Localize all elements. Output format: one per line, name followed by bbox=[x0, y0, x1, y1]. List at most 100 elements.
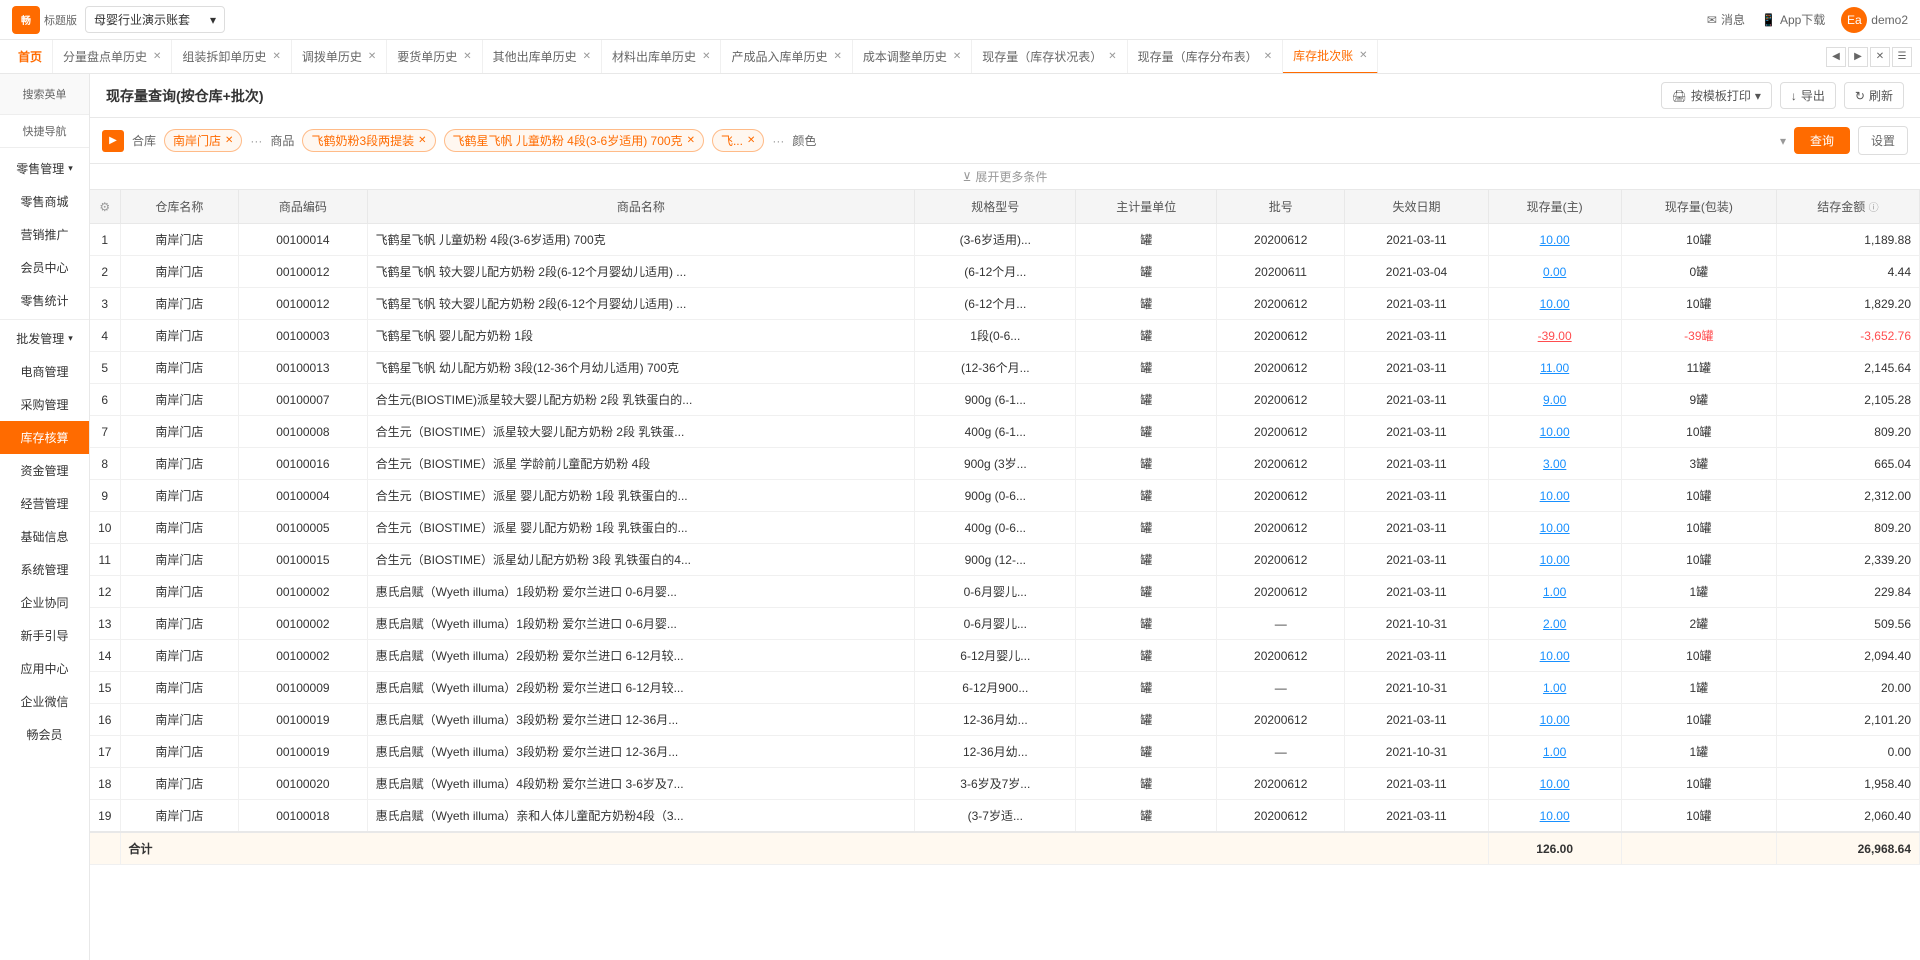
tab-close-icon[interactable]: ✕ bbox=[153, 51, 161, 62]
sidebar-item-wholesale[interactable]: 批发管理 ▾ bbox=[0, 322, 89, 355]
sidebar-item-finance[interactable]: 资金管理 bbox=[0, 454, 89, 487]
sidebar-item-member[interactable]: 会员中心 bbox=[0, 251, 89, 284]
tab-close-icon[interactable]: ✕ bbox=[702, 51, 710, 62]
row-qty-main[interactable]: 2.00 bbox=[1488, 608, 1621, 640]
settings-icon[interactable]: ⚙ bbox=[99, 200, 110, 214]
sidebar-item-retail[interactable]: 零售管理 ▾ bbox=[0, 152, 89, 185]
app-download-btn[interactable]: 📱 App下载 bbox=[1761, 11, 1825, 28]
row-qty-main[interactable]: 10.00 bbox=[1488, 768, 1621, 800]
color-dropdown-icon[interactable]: ▾ bbox=[1780, 134, 1786, 148]
refresh-button[interactable]: ↻ 刷新 bbox=[1844, 82, 1904, 109]
product-filter-tag-1[interactable]: 飞鹤奶粉3段两提装 ✕ bbox=[302, 129, 435, 152]
tab-close-icon[interactable]: ✕ bbox=[272, 51, 280, 62]
tab-batch-order[interactable]: 库存批次账 ✕ bbox=[1283, 40, 1378, 74]
tab-stock-dist[interactable]: 现存量（库存分布表） ✕ bbox=[1128, 40, 1283, 74]
product-more-icon[interactable]: ··· bbox=[772, 134, 784, 148]
row-qty-main[interactable]: 10.00 bbox=[1488, 480, 1621, 512]
sidebar-nav-label[interactable]: 快捷导航 bbox=[6, 119, 83, 143]
tab-close-all-btn[interactable]: ✕ bbox=[1870, 47, 1890, 67]
row-warehouse: 南岸门店 bbox=[120, 352, 239, 384]
tab-close-icon[interactable]: ✕ bbox=[368, 51, 376, 62]
sidebar-item-apps[interactable]: 应用中心 bbox=[0, 652, 89, 685]
nav-selector-text: 母婴行业演示账套 bbox=[94, 11, 190, 28]
row-qty-main[interactable]: 10.00 bbox=[1488, 800, 1621, 833]
tab-next-btn[interactable]: ▶ bbox=[1848, 47, 1868, 67]
messages-btn[interactable]: ✉ 消息 bbox=[1707, 11, 1745, 28]
tab-other-out[interactable]: 其他出库单历史 ✕ bbox=[483, 40, 602, 74]
sidebar-item-marketing[interactable]: 营销推广 bbox=[0, 218, 89, 251]
product-tag-close-icon[interactable]: ✕ bbox=[418, 135, 426, 146]
tab-close-icon[interactable]: ✕ bbox=[833, 51, 841, 62]
tab-product-in[interactable]: 产成品入库单历史 ✕ bbox=[721, 40, 852, 74]
row-qty-main[interactable]: 10.00 bbox=[1488, 544, 1621, 576]
sidebar-item-retail-stats[interactable]: 零售统计 bbox=[0, 284, 89, 317]
tab-close-icon[interactable]: ✕ bbox=[463, 51, 471, 62]
row-qty-main[interactable]: 3.00 bbox=[1488, 448, 1621, 480]
row-qty-main[interactable]: 10.00 bbox=[1488, 416, 1621, 448]
sidebar-item-guide[interactable]: 新手引导 bbox=[0, 619, 89, 652]
product-tag-close-icon[interactable]: ✕ bbox=[687, 135, 695, 146]
row-qty-main[interactable]: 10.00 bbox=[1488, 512, 1621, 544]
print-button[interactable]: 🖨 按模板打印 ▾ bbox=[1661, 82, 1772, 109]
sidebar-item-corp-wechat[interactable]: 企业微信 bbox=[0, 685, 89, 718]
tab-cost-adjust[interactable]: 成本调整单历史 ✕ bbox=[853, 40, 972, 74]
row-number: 13 bbox=[90, 608, 120, 640]
expand-conditions-row: ⊻ 展开更多条件 bbox=[90, 164, 1920, 190]
tab-close-icon[interactable]: ✕ bbox=[1264, 51, 1272, 62]
warehouse-filter-tag[interactable]: 南岸门店 ✕ bbox=[164, 129, 242, 152]
row-qty-main[interactable]: 11.00 bbox=[1488, 352, 1621, 384]
tab-requisition[interactable]: 要货单历史 ✕ bbox=[387, 40, 482, 74]
tab-close-icon[interactable]: ✕ bbox=[953, 51, 961, 62]
query-button[interactable]: 查询 bbox=[1794, 127, 1850, 154]
sidebar-item-retail-store[interactable]: 零售商城 bbox=[0, 185, 89, 218]
tab-label: 产成品入库单历史 bbox=[731, 48, 827, 65]
row-unit: 罐 bbox=[1076, 416, 1217, 448]
row-qty-main[interactable]: 0.00 bbox=[1488, 256, 1621, 288]
row-qty-main[interactable]: 10.00 bbox=[1488, 288, 1621, 320]
tab-stock-status[interactable]: 现存量（库存状况表） ✕ bbox=[972, 40, 1127, 74]
row-qty-main[interactable]: 9.00 bbox=[1488, 384, 1621, 416]
row-qty-main[interactable]: 1.00 bbox=[1488, 672, 1621, 704]
export-button[interactable]: ↓ 导出 bbox=[1780, 82, 1836, 109]
tab-split-check[interactable]: 分量盘点单历史 ✕ bbox=[53, 40, 172, 74]
product-filter-tag-2[interactable]: 飞鹤星飞帆 儿童奶粉 4段(3-6岁适用) 700克 ✕ bbox=[444, 129, 704, 152]
tab-close-icon[interactable]: ✕ bbox=[583, 51, 591, 62]
row-qty-main[interactable]: 10.00 bbox=[1488, 224, 1621, 256]
product-tag-close-icon[interactable]: ✕ bbox=[747, 135, 755, 146]
sidebar-item-inventory[interactable]: 库存核算 bbox=[0, 421, 89, 454]
tab-menu-btn[interactable]: ☰ bbox=[1892, 47, 1912, 67]
tab-dismantle[interactable]: 组装拆卸单历史 ✕ bbox=[172, 40, 291, 74]
row-qty-main[interactable]: 10.00 bbox=[1488, 640, 1621, 672]
row-unit: 罐 bbox=[1076, 384, 1217, 416]
sidebar-item-ecommerce[interactable]: 电商管理 bbox=[0, 355, 89, 388]
row-qty-main[interactable]: 1.00 bbox=[1488, 576, 1621, 608]
row-qty-main[interactable]: -39.00 bbox=[1488, 320, 1621, 352]
warehouse-more-icon[interactable]: ··· bbox=[250, 134, 262, 148]
row-qty-main[interactable]: 10.00 bbox=[1488, 704, 1621, 736]
sidebar-item-enterprise[interactable]: 企业协同 bbox=[0, 586, 89, 619]
sidebar-search-label[interactable]: 搜索英单 bbox=[6, 82, 83, 106]
row-expire: 2021-03-04 bbox=[1345, 256, 1488, 288]
tab-material-out[interactable]: 材料出库单历史 ✕ bbox=[602, 40, 721, 74]
filter-expand-arrow[interactable]: ▶ bbox=[102, 130, 124, 152]
tab-prev-btn[interactable]: ◀ bbox=[1826, 47, 1846, 67]
table-container: ⚙ 仓库名称 商品编码 商品名称 规格型号 主计量单位 批号 失效日期 现存量(… bbox=[90, 190, 1920, 960]
row-amount: 0.00 bbox=[1776, 736, 1919, 768]
settings-button[interactable]: 设置 bbox=[1858, 126, 1908, 155]
nav-selector[interactable]: 母婴行业演示账套 ▾ bbox=[85, 6, 225, 33]
sidebar-item-basics[interactable]: 基础信息 bbox=[0, 520, 89, 553]
tab-close-icon[interactable]: ✕ bbox=[1359, 50, 1367, 61]
tab-home[interactable]: 首页 bbox=[8, 40, 53, 74]
warehouse-tag-close-icon[interactable]: ✕ bbox=[225, 135, 233, 146]
sidebar-item-system[interactable]: 系统管理 bbox=[0, 553, 89, 586]
sidebar-item-operations[interactable]: 经营管理 bbox=[0, 487, 89, 520]
expand-conditions-btn[interactable]: ⊻ 展开更多条件 bbox=[963, 168, 1048, 185]
sidebar-item-member2[interactable]: 畅会员 bbox=[0, 718, 89, 751]
user-avatar-area[interactable]: Ea demo2 bbox=[1841, 7, 1908, 33]
tab-close-icon[interactable]: ✕ bbox=[1108, 51, 1116, 62]
info-icon[interactable]: ⓘ bbox=[1869, 203, 1879, 214]
sidebar-item-purchase[interactable]: 采购管理 bbox=[0, 388, 89, 421]
row-qty-main[interactable]: 1.00 bbox=[1488, 736, 1621, 768]
tab-transfer[interactable]: 调拨单历史 ✕ bbox=[292, 40, 387, 74]
product-filter-tag-3[interactable]: 飞... ✕ bbox=[712, 129, 764, 152]
